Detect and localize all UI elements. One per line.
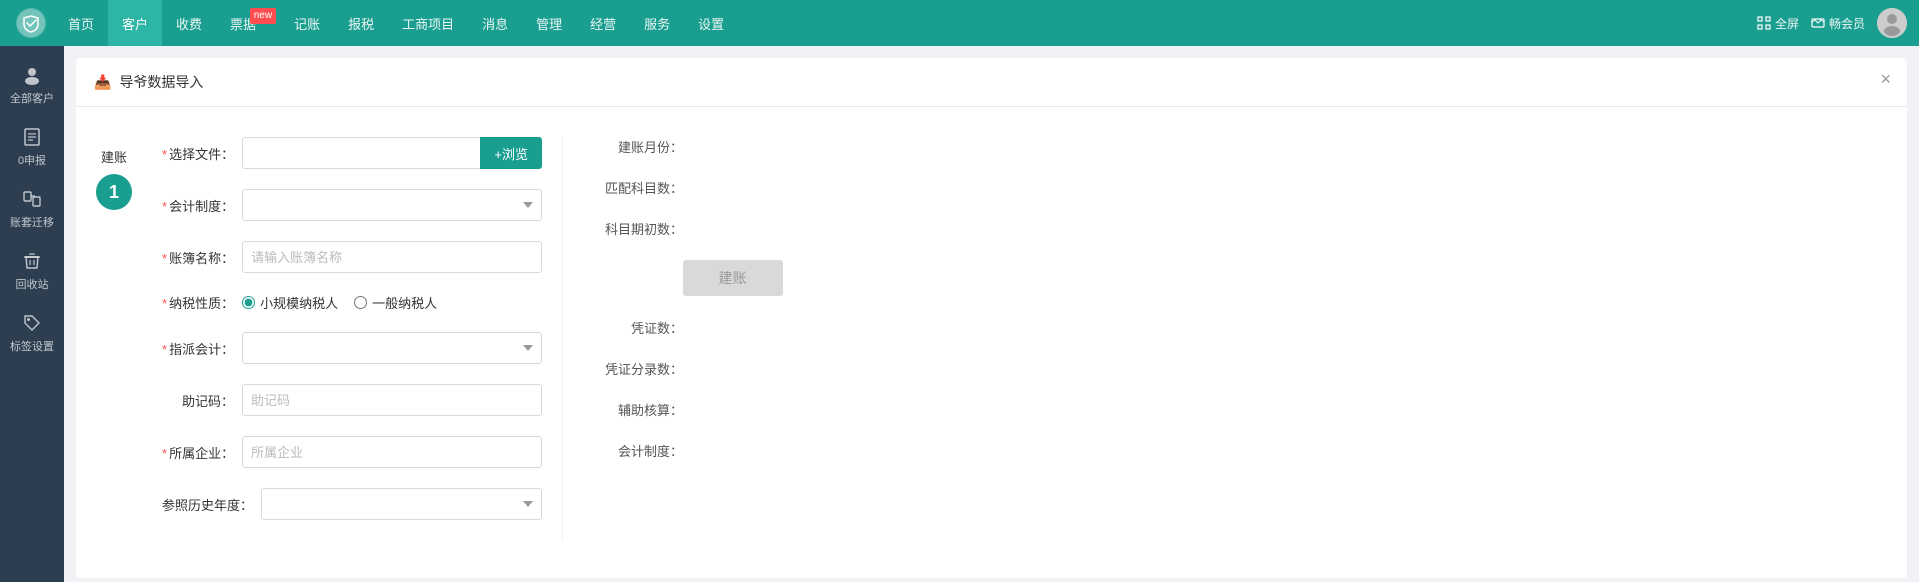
- right-form: 建账月份： 匹配科目数： 科目期初数： 建账: [562, 137, 862, 540]
- nav-bookkeeping[interactable]: 记账: [280, 0, 334, 46]
- accounting-system-label: *会计制度：: [162, 196, 242, 215]
- nav-invoices[interactable]: 票据 new: [216, 0, 280, 46]
- aux-accounting-row: 辅助核算：: [603, 400, 862, 419]
- new-badge: new: [250, 8, 276, 24]
- nav-settings[interactable]: 设置: [684, 0, 738, 46]
- file-text-input[interactable]: [242, 137, 480, 169]
- nav-management[interactable]: 管理: [522, 0, 576, 46]
- sidebar-item-account-migration[interactable]: 账套迁移: [0, 178, 64, 240]
- account-migration-icon: [21, 188, 43, 210]
- small-taxpayer-label[interactable]: 小规模纳税人: [242, 293, 338, 312]
- close-button[interactable]: ×: [1880, 70, 1891, 88]
- sidebar-item-recycle[interactable]: 回收站: [0, 240, 64, 302]
- aux-accounting-label: 辅助核算：: [603, 400, 693, 419]
- history-year-label: 参照历史年度：: [162, 495, 261, 514]
- company-row: *所属企业：: [162, 436, 542, 468]
- tax-type-label: *纳税性质：: [162, 293, 242, 312]
- nav-services[interactable]: 服务: [630, 0, 684, 46]
- voucher-entries-row: 凭证分录数：: [603, 359, 862, 378]
- zero-filing-icon: [21, 126, 43, 148]
- build-month-row: 建账月份：: [603, 137, 862, 156]
- step-circle: 1: [96, 174, 132, 210]
- step-label: 建账: [101, 147, 127, 166]
- nav-operations[interactable]: 经营: [576, 0, 630, 46]
- file-input-group: +浏览: [242, 137, 542, 169]
- accountant-select[interactable]: [242, 332, 542, 364]
- accountant-row: *指派会计：: [162, 332, 542, 364]
- build-button[interactable]: 建账: [683, 260, 783, 296]
- user-avatar[interactable]: [1877, 8, 1907, 38]
- nav-messages[interactable]: 消息: [468, 0, 522, 46]
- nav-customers[interactable]: 客户: [108, 0, 162, 46]
- history-year-row: 参照历史年度：: [162, 488, 542, 520]
- tax-type-row: *纳税性质： 小规模纳税人 一般纳税人: [162, 293, 542, 312]
- all-customers-icon: [21, 64, 43, 86]
- memo-code-input[interactable]: [242, 384, 542, 416]
- account-init-label: 科目期初数：: [603, 219, 693, 238]
- voucher-entries-label: 凭证分录数：: [603, 359, 693, 378]
- recycle-icon: [21, 250, 43, 272]
- build-month-label: 建账月份：: [603, 137, 693, 156]
- memo-code-row: 助记码：: [162, 384, 542, 416]
- match-accounts-label: 匹配科目数：: [603, 178, 693, 197]
- browse-button[interactable]: +浏览: [480, 137, 542, 169]
- match-accounts-row: 匹配科目数：: [603, 178, 862, 197]
- logo-icon: [16, 8, 46, 38]
- memo-code-label: 助记码：: [162, 391, 242, 410]
- form-area: 建账 1 *选择文件： +浏览: [76, 107, 1907, 560]
- account-name-label: *账簿名称：: [162, 248, 242, 267]
- main-layout: 全部客户 0申报 账套迁移: [0, 46, 1919, 582]
- sidebar-item-all-customers[interactable]: 全部客户: [0, 54, 64, 116]
- file-row: *选择文件： +浏览: [162, 137, 542, 169]
- content-area: 📥 导爷数据导入 × 建账 1 *选择文件：: [64, 46, 1919, 582]
- company-input[interactable]: [242, 436, 542, 468]
- left-form: *选择文件： +浏览 *会计制度：: [162, 137, 542, 540]
- nav-home[interactable]: 首页: [54, 0, 108, 46]
- app-logo: [8, 0, 54, 46]
- label-settings-icon: [21, 312, 43, 334]
- nav-fees[interactable]: 收费: [162, 0, 216, 46]
- sidebar-item-zero-filing[interactable]: 0申报: [0, 116, 64, 178]
- right-accounting-system-label: 会计制度：: [603, 441, 693, 460]
- accountant-label: *指派会计：: [162, 339, 242, 358]
- vip-btn[interactable]: 畅会员: [1811, 15, 1865, 32]
- sidebar-item-label-settings[interactable]: 标签设置: [0, 302, 64, 364]
- voucher-count-label: 凭证数：: [603, 318, 693, 337]
- nav-biz-projects[interactable]: 工商项目: [388, 0, 468, 46]
- main-panel: 📥 导爷数据导入 × 建账 1 *选择文件：: [76, 58, 1907, 578]
- general-taxpayer-label[interactable]: 一般纳税人: [354, 293, 437, 312]
- fullscreen-icon: [1757, 16, 1771, 30]
- tax-type-radio-group: 小规模纳税人 一般纳税人: [242, 293, 542, 312]
- accounting-system-row: *会计制度：: [162, 189, 542, 221]
- nav-right: 全屏 畅会员: [1757, 8, 1907, 38]
- history-year-select[interactable]: [261, 488, 542, 520]
- step-section: 建账 1: [96, 137, 132, 540]
- vip-icon: [1811, 16, 1825, 30]
- account-name-input[interactable]: [242, 241, 542, 273]
- right-accounting-system-row: 会计制度：: [603, 441, 862, 460]
- file-label: *选择文件：: [162, 144, 242, 163]
- top-nav: 首页 客户 收费 票据 new 记账 报税 工商项目 消息 管理 经营 服务 设…: [0, 0, 1919, 46]
- nav-tax[interactable]: 报税: [334, 0, 388, 46]
- import-icon: 📥: [94, 74, 111, 91]
- voucher-count-row: 凭证数：: [603, 318, 862, 337]
- build-btn-area: 建账: [603, 260, 862, 296]
- fullscreen-btn[interactable]: 全屏: [1757, 15, 1799, 32]
- panel-title: 导爷数据导入: [119, 72, 203, 92]
- account-name-row: *账簿名称：: [162, 241, 542, 273]
- avatar-icon: [1877, 8, 1907, 38]
- nav-items: 首页 客户 收费 票据 new 记账 报税 工商项目 消息 管理 经营 服务 设…: [54, 0, 1757, 46]
- general-taxpayer-radio[interactable]: [354, 296, 367, 309]
- sidebar: 全部客户 0申报 账套迁移: [0, 46, 64, 582]
- accounting-system-select[interactable]: [242, 189, 542, 221]
- account-init-row: 科目期初数：: [603, 219, 862, 238]
- small-taxpayer-radio[interactable]: [242, 296, 255, 309]
- panel-header: 📥 导爷数据导入: [76, 58, 1907, 107]
- company-label: *所属企业：: [162, 443, 242, 462]
